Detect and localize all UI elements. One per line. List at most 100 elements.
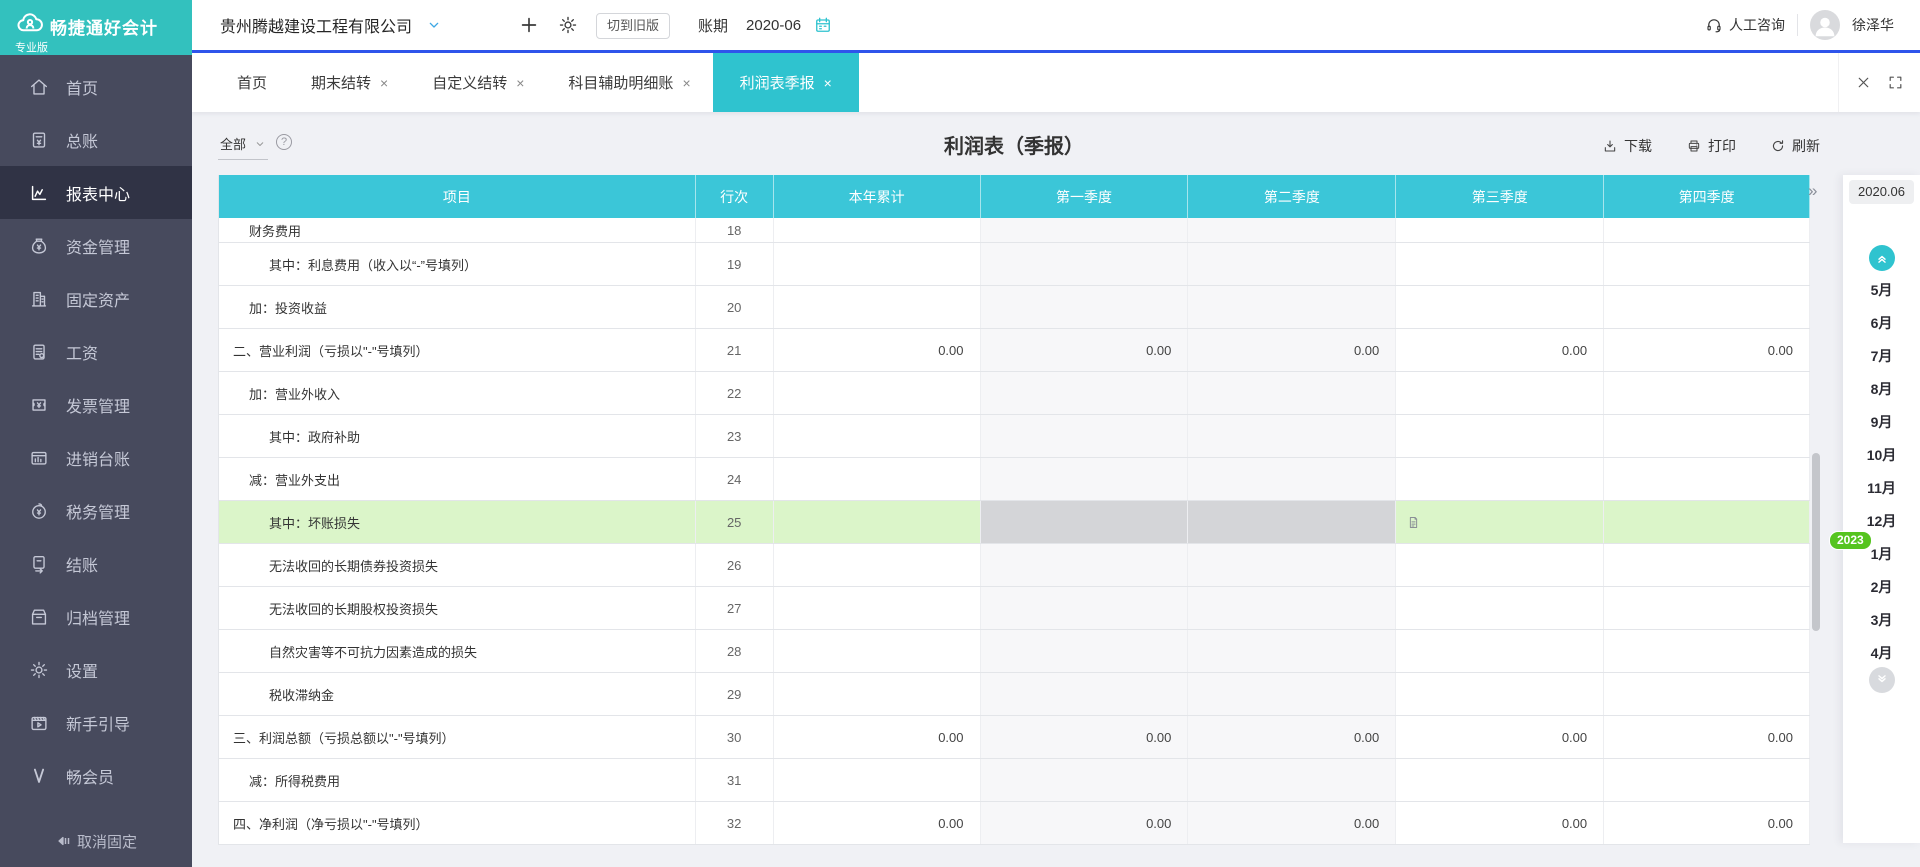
month-item-8月[interactable]: 8月 [1843, 373, 1920, 406]
collapse-panel-chevrons-icon[interactable]: » [1808, 181, 1818, 201]
row-label-cell[interactable]: 税收滞纳金 [219, 673, 696, 715]
tab-科目辅助明细账[interactable]: 科目辅助明细账 × [546, 53, 712, 112]
sidebar-item-report[interactable]: 报表中心 [0, 166, 192, 219]
value-cell[interactable] [1188, 415, 1397, 457]
line-number-cell[interactable]: 27 [696, 587, 774, 629]
value-cell[interactable]: 0.00 [1604, 802, 1811, 844]
download-button[interactable]: 下载 [1602, 136, 1652, 156]
table-scrollbar-thumb[interactable] [1812, 453, 1820, 631]
table-row[interactable]: 三、利润总额（亏损总额以"-"号填列） 30 0.00 0.00 0.00 0.00 0.0… [219, 716, 1811, 759]
value-cell[interactable] [1188, 630, 1397, 672]
month-item-5月[interactable]: 5月 [1843, 274, 1920, 307]
value-cell[interactable]: 0.00 [1604, 329, 1811, 371]
value-cell[interactable] [980, 630, 1189, 672]
filter-dropdown[interactable]: 全部 [218, 134, 269, 160]
value-cell[interactable] [774, 544, 981, 586]
column-header[interactable]: 行次 [696, 175, 774, 218]
value-cell[interactable] [1396, 630, 1605, 672]
tab-期末结转[interactable]: 期末结转 × [289, 53, 410, 112]
value-cell[interactable] [1188, 458, 1397, 500]
row-label-cell[interactable]: 其中：坏账损失 [219, 501, 696, 543]
value-cell[interactable] [1188, 501, 1397, 543]
month-item-4月[interactable]: 4月 [1843, 637, 1920, 670]
scroll-months-up-button[interactable] [1869, 245, 1895, 271]
month-item-7月[interactable]: 7月 [1843, 340, 1920, 373]
period-value[interactable]: 2020-06 [746, 17, 801, 34]
table-row[interactable]: 加：投资收益 20 [219, 286, 1811, 329]
row-label-cell[interactable]: 二、营业利润（亏损以"-"号填列） [219, 329, 696, 371]
value-cell[interactable] [774, 501, 981, 543]
value-cell[interactable] [774, 243, 981, 285]
column-header[interactable]: 第三季度 [1396, 175, 1605, 218]
value-cell[interactable]: 0.00 [980, 329, 1189, 371]
value-cell[interactable] [1604, 458, 1811, 500]
table-row[interactable]: 自然灾害等不可抗力因素造成的损失 28 [219, 630, 1811, 673]
value-cell[interactable] [774, 458, 981, 500]
tab-首页[interactable]: 首页 [215, 53, 289, 112]
help-icon[interactable]: ? [276, 134, 292, 150]
column-header[interactable]: 第一季度 [981, 175, 1189, 218]
row-label-cell[interactable]: 无法收回的长期股权投资损失 [219, 587, 696, 629]
line-number-cell[interactable]: 23 [696, 415, 774, 457]
sidebar-item-invoice[interactable]: 发票管理 [0, 378, 192, 431]
refresh-button[interactable]: 刷新 [1770, 136, 1820, 156]
value-cell[interactable] [1188, 372, 1397, 414]
row-label-cell[interactable]: 减：营业外支出 [219, 458, 696, 500]
value-cell[interactable]: 0.00 [1604, 716, 1811, 758]
line-number-cell[interactable]: 18 [696, 218, 774, 242]
row-label-cell[interactable]: 加：投资收益 [219, 286, 696, 328]
tab-close-icon[interactable]: × [516, 76, 524, 90]
fullscreen-icon[interactable] [1887, 74, 1904, 91]
table-row[interactable]: 减：所得税费用 31 [219, 759, 1811, 802]
sidebar-item-guide[interactable]: 新手引导 [0, 696, 192, 749]
table-row[interactable]: 二、营业利润（亏损以"-"号填列） 21 0.00 0.00 0.00 0.00 0.00 [219, 329, 1811, 372]
value-cell[interactable]: 0.00 [980, 716, 1189, 758]
value-cell[interactable] [1188, 759, 1397, 801]
switch-old-version-button[interactable]: 切到旧版 [596, 13, 671, 39]
line-number-cell[interactable]: 29 [696, 673, 774, 715]
month-item-9月[interactable]: 9月 [1843, 406, 1920, 439]
row-label-cell[interactable]: 自然灾害等不可抗力因素造成的损失 [219, 630, 696, 672]
value-cell[interactable] [980, 372, 1189, 414]
sidebar-item-asset[interactable]: 固定资产 [0, 272, 192, 325]
value-cell[interactable] [1604, 630, 1811, 672]
value-cell[interactable]: 0.00 [774, 329, 981, 371]
line-number-cell[interactable]: 20 [696, 286, 774, 328]
value-cell[interactable] [1396, 415, 1605, 457]
value-cell[interactable] [1188, 218, 1397, 242]
row-label-cell[interactable]: 四、净利润（净亏损以"-"号填列） [219, 802, 696, 844]
value-cell[interactable]: 0.00 [1188, 329, 1397, 371]
table-row[interactable]: 税收滞纳金 29 [219, 673, 1811, 716]
value-cell[interactable] [1396, 673, 1605, 715]
value-cell[interactable] [980, 286, 1189, 328]
value-cell[interactable] [774, 673, 981, 715]
row-label-cell[interactable]: 无法收回的长期债券投资损失 [219, 544, 696, 586]
value-cell[interactable] [1604, 759, 1811, 801]
sidebar-item-member[interactable]: 畅会员 [0, 749, 192, 802]
table-row[interactable]: 其中：坏账损失 25 [219, 501, 1811, 544]
value-cell[interactable] [1188, 286, 1397, 328]
sidebar-item-fund[interactable]: 资金管理 [0, 219, 192, 272]
value-cell[interactable] [980, 587, 1189, 629]
month-item-11月[interactable]: 11月 [1843, 472, 1920, 505]
line-number-cell[interactable]: 28 [696, 630, 774, 672]
table-row[interactable]: 减：营业外支出 24 [219, 458, 1811, 501]
value-cell[interactable]: 0.00 [774, 802, 981, 844]
month-item-6月[interactable]: 6月 [1843, 307, 1920, 340]
line-number-cell[interactable]: 32 [696, 802, 774, 844]
value-cell[interactable]: 0.00 [1188, 802, 1397, 844]
value-cell[interactable] [774, 587, 981, 629]
sidebar-item-archive[interactable]: 归档管理 [0, 590, 192, 643]
value-cell[interactable] [774, 286, 981, 328]
value-cell[interactable] [980, 218, 1189, 242]
value-cell[interactable] [980, 544, 1189, 586]
value-cell[interactable]: 0.00 [1396, 802, 1605, 844]
sidebar-item-trade[interactable]: 进销台账 [0, 431, 192, 484]
sidebar-item-salary[interactable]: 工资 [0, 325, 192, 378]
value-cell[interactable] [1396, 372, 1605, 414]
tab-自定义结转[interactable]: 自定义结转 × [410, 53, 546, 112]
tab-close-icon[interactable]: × [824, 76, 832, 90]
table-row[interactable]: 其中：政府补助 23 [219, 415, 1811, 458]
value-cell[interactable]: 0.00 [774, 716, 981, 758]
value-cell[interactable] [1396, 587, 1605, 629]
